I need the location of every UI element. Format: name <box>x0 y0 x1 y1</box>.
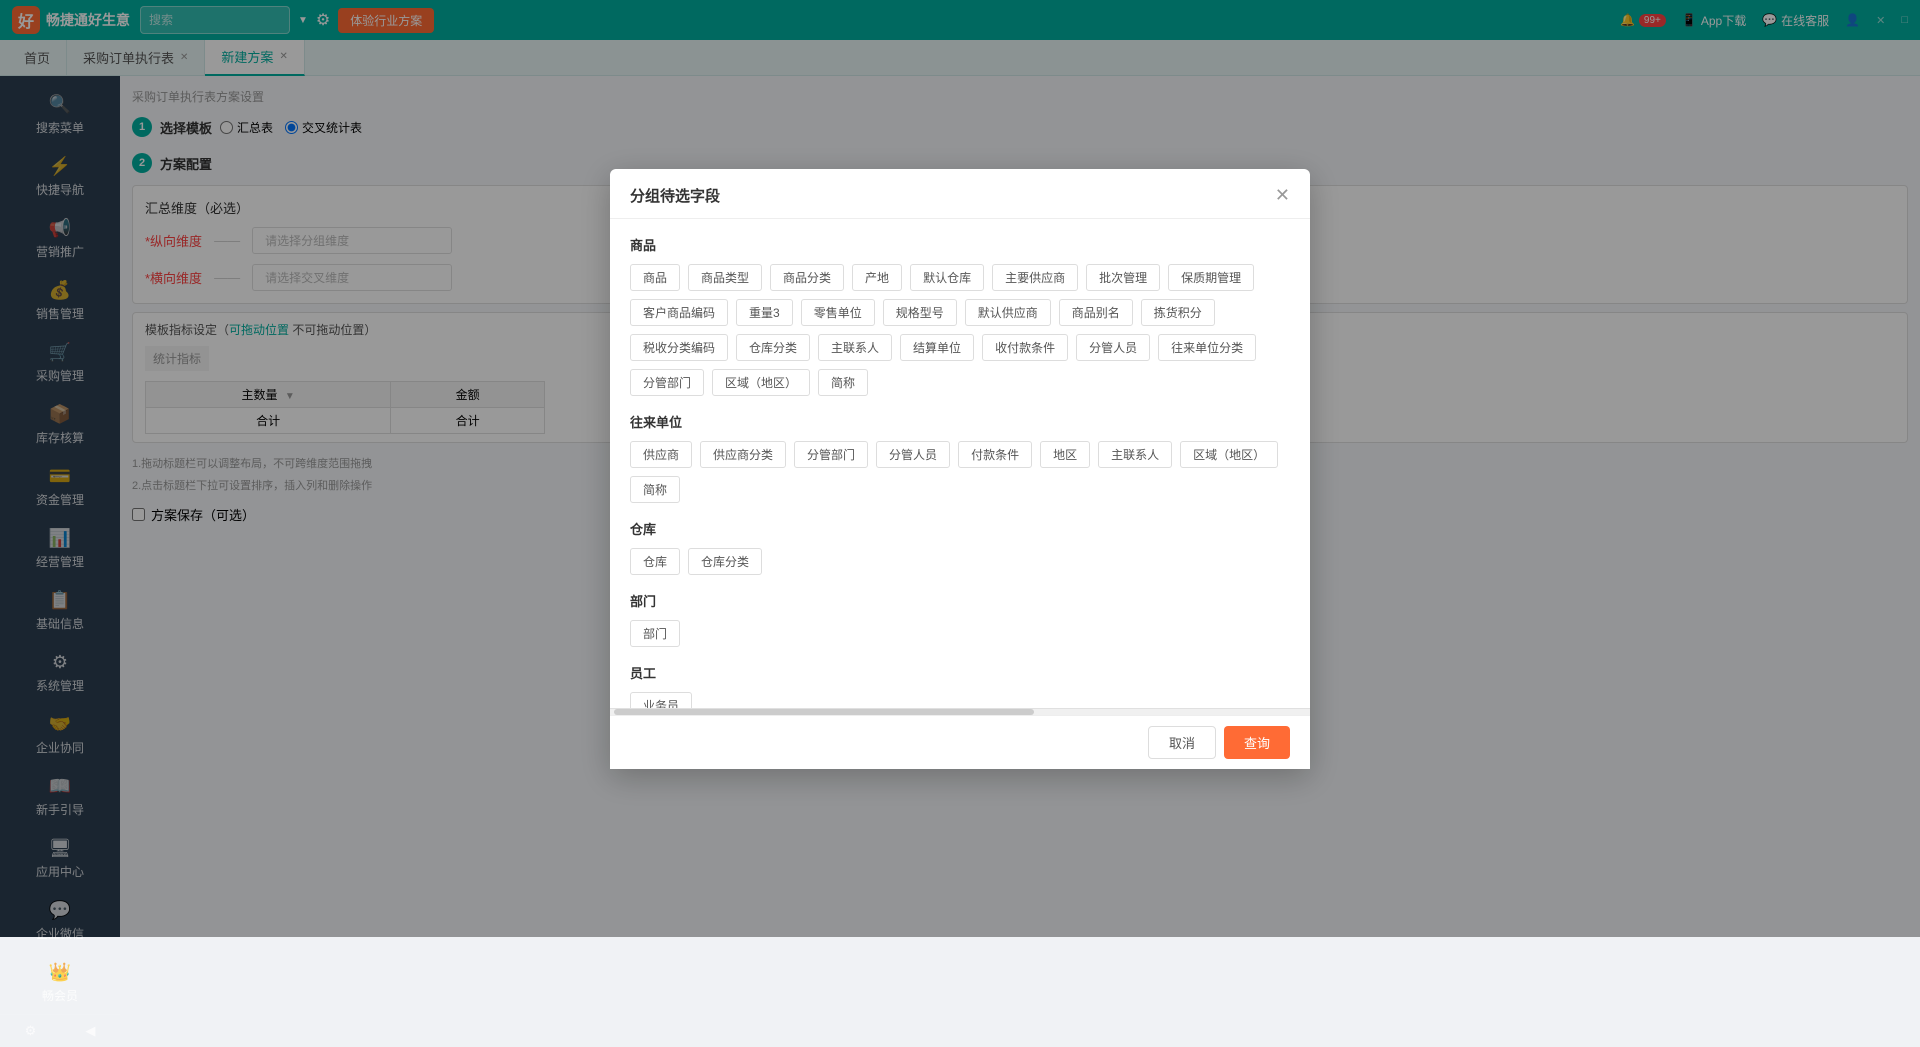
field-tag[interactable]: 供应商分类 <box>700 441 786 468</box>
h-scrollbar-track[interactable] <box>610 708 1310 715</box>
field-tag[interactable]: 默认仓库 <box>910 264 984 291</box>
field-tag[interactable]: 区域（地区） <box>712 369 810 396</box>
section-title-dept: 部门 <box>630 591 1290 610</box>
field-group-partner: 往来单位 供应商 供应商分类 分管部门 分管人员 付款条件 地区 主联系人 区域… <box>630 412 1290 503</box>
section-title-partner: 往来单位 <box>630 412 1290 431</box>
field-tag[interactable]: 仓库 <box>630 548 680 575</box>
partner-fields: 供应商 供应商分类 分管部门 分管人员 付款条件 地区 主联系人 区域（地区） … <box>630 441 1290 503</box>
field-tag[interactable]: 分管部门 <box>794 441 868 468</box>
cancel-button[interactable]: 取消 <box>1148 726 1216 759</box>
field-tag[interactable]: 商品 <box>630 264 680 291</box>
member-icon: 👑 <box>49 962 71 983</box>
field-tag[interactable]: 收付款条件 <box>982 334 1068 361</box>
dialog-title: 分组待选字段 <box>630 185 720 206</box>
section-title-warehouse: 仓库 <box>630 519 1290 538</box>
dialog-footer: 取消 查询 <box>610 715 1310 769</box>
field-tag[interactable]: 拣货积分 <box>1141 299 1215 326</box>
field-tag[interactable]: 简称 <box>630 476 680 503</box>
field-tag[interactable]: 规格型号 <box>883 299 957 326</box>
dialog-body[interactable]: 商品 商品 商品类型 商品分类 产地 默认仓库 主要供应商 批次管理 保质期管理… <box>610 219 1310 708</box>
field-tag[interactable]: 业务员 <box>630 692 692 708</box>
field-tag[interactable]: 商品别名 <box>1059 299 1133 326</box>
modal-overlay: 分组待选字段 ✕ 商品 商品 商品类型 商品分类 产地 默认仓库 主要供应商 批… <box>0 0 1920 937</box>
field-tag[interactable]: 重量3 <box>736 299 793 326</box>
field-tag[interactable]: 商品分类 <box>770 264 844 291</box>
field-group-employee: 员工 业务员 <box>630 663 1290 708</box>
sidebar-bottom: ⚙ ◀ <box>0 1014 120 1047</box>
section-title-product: 商品 <box>630 235 1290 254</box>
field-tag[interactable]: 地区 <box>1040 441 1090 468</box>
field-tag[interactable]: 简称 <box>818 369 868 396</box>
field-tag[interactable]: 默认供应商 <box>965 299 1051 326</box>
field-tag[interactable]: 往来单位分类 <box>1158 334 1256 361</box>
employee-fields: 业务员 <box>630 692 1290 708</box>
field-group-product: 商品 商品 商品类型 商品分类 产地 默认仓库 主要供应商 批次管理 保质期管理… <box>630 235 1290 396</box>
field-tag[interactable]: 区域（地区） <box>1180 441 1278 468</box>
field-tag[interactable]: 批次管理 <box>1086 264 1160 291</box>
field-tag[interactable]: 仓库分类 <box>688 548 762 575</box>
field-tag[interactable]: 供应商 <box>630 441 692 468</box>
dialog: 分组待选字段 ✕ 商品 商品 商品类型 商品分类 产地 默认仓库 主要供应商 批… <box>610 169 1310 769</box>
field-tag[interactable]: 产地 <box>852 264 902 291</box>
field-tag[interactable]: 主要供应商 <box>992 264 1078 291</box>
field-tag[interactable]: 保质期管理 <box>1168 264 1254 291</box>
field-tag[interactable]: 主联系人 <box>818 334 892 361</box>
field-group-warehouse: 仓库 仓库 仓库分类 <box>630 519 1290 575</box>
field-tag[interactable]: 分管部门 <box>630 369 704 396</box>
section-title-employee: 员工 <box>630 663 1290 682</box>
field-tag[interactable]: 仓库分类 <box>736 334 810 361</box>
field-tag[interactable]: 税收分类编码 <box>630 334 728 361</box>
dept-fields: 部门 <box>630 620 1290 647</box>
h-scrollbar-thumb <box>614 709 1034 715</box>
sidebar-label-member: 畅会员 <box>42 987 78 1004</box>
dialog-close-button[interactable]: ✕ <box>1275 185 1290 206</box>
field-tag[interactable]: 客户商品编码 <box>630 299 728 326</box>
field-tag[interactable]: 零售单位 <box>801 299 875 326</box>
dialog-header: 分组待选字段 ✕ <box>610 169 1310 219</box>
sidebar-collapse-icon[interactable]: ◀ <box>85 1023 95 1039</box>
field-tag[interactable]: 付款条件 <box>958 441 1032 468</box>
field-tag[interactable]: 主联系人 <box>1098 441 1172 468</box>
field-tag[interactable]: 商品类型 <box>688 264 762 291</box>
field-tag[interactable]: 部门 <box>630 620 680 647</box>
field-tag[interactable]: 分管人员 <box>876 441 950 468</box>
field-group-dept: 部门 部门 <box>630 591 1290 647</box>
sidebar-item-member[interactable]: 👑 畅会员 <box>0 952 120 1014</box>
product-fields: 商品 商品类型 商品分类 产地 默认仓库 主要供应商 批次管理 保质期管理 客户… <box>630 264 1290 396</box>
field-tag[interactable]: 分管人员 <box>1076 334 1150 361</box>
sidebar-settings-icon[interactable]: ⚙ <box>25 1023 37 1039</box>
confirm-button[interactable]: 查询 <box>1224 726 1290 759</box>
field-tag[interactable]: 结算单位 <box>900 334 974 361</box>
warehouse-fields: 仓库 仓库分类 <box>630 548 1290 575</box>
